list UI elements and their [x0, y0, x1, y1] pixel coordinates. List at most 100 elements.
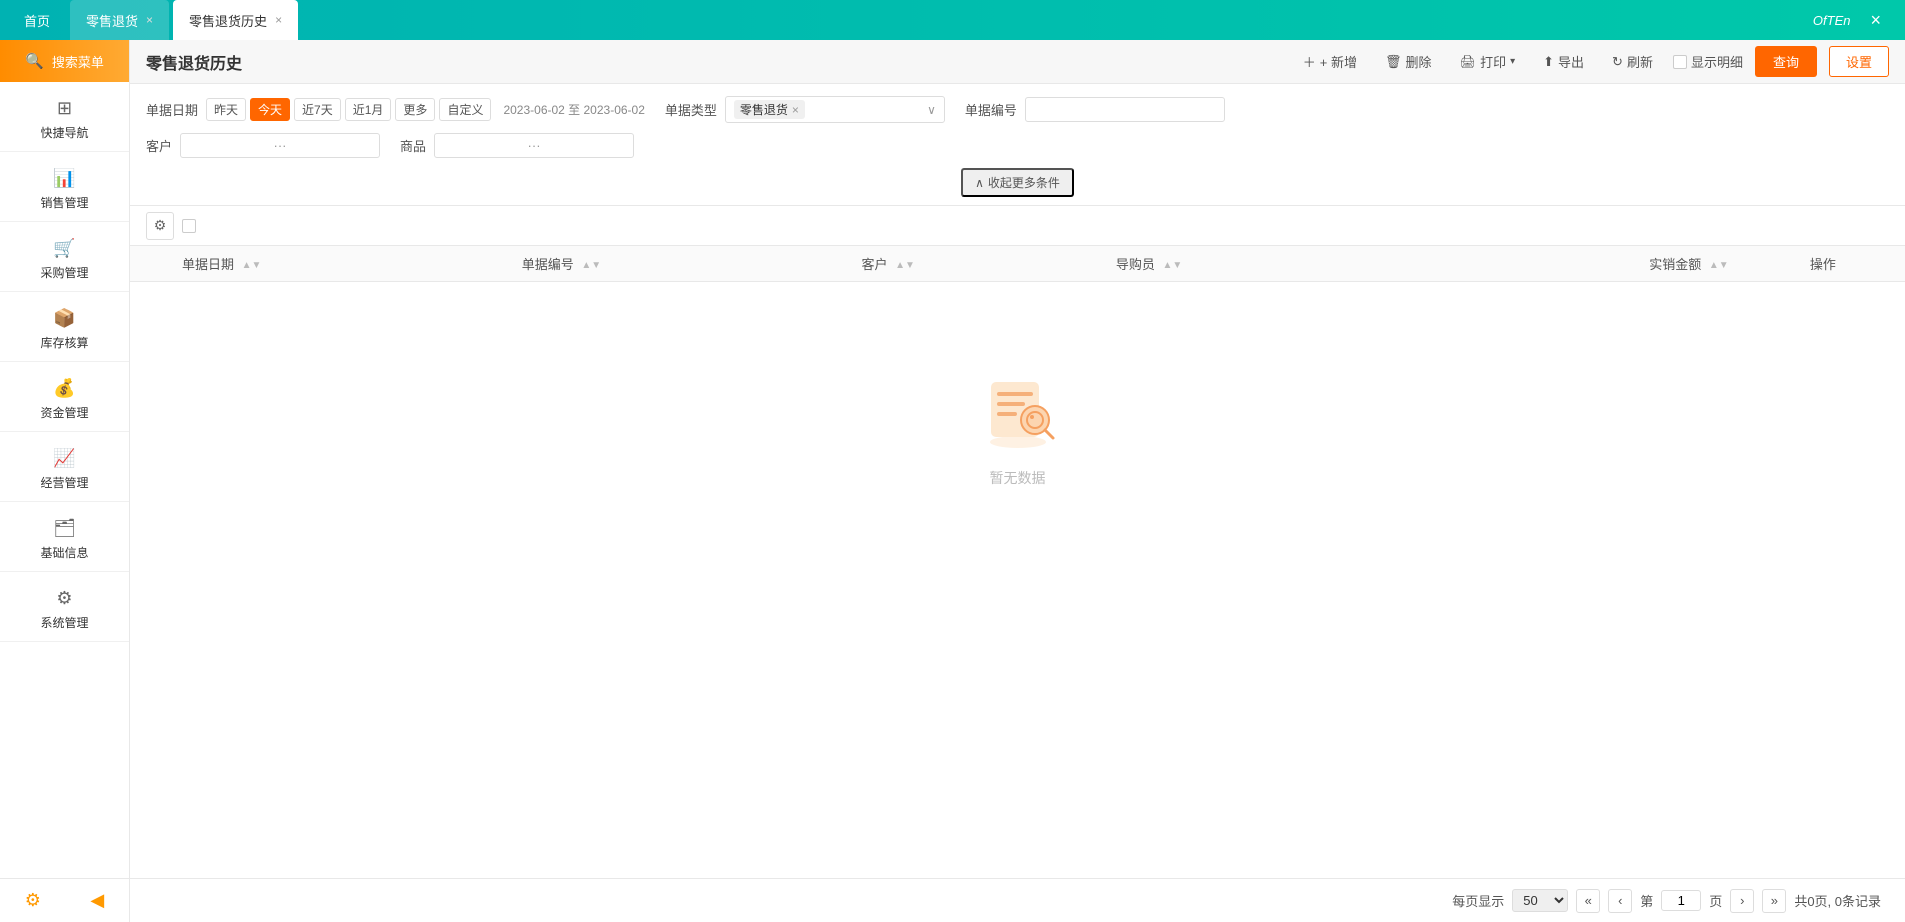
page-number-input[interactable] [1661, 890, 1701, 911]
collapse-icon: ∧ [975, 176, 984, 190]
filter-customer-label: 客户 [146, 136, 172, 155]
page-suffix-label: 页 [1709, 891, 1722, 910]
sidebar-search-label: 搜索菜单 [52, 52, 104, 71]
delete-button[interactable]: 🗑 删除 [1377, 48, 1440, 75]
table-select-all-checkbox[interactable] [182, 219, 196, 233]
print-button[interactable]: 🖨 打印 ▾ [1452, 48, 1524, 75]
sidebar-item-system-mgmt[interactable]: ⚙ 系统管理 [0, 572, 129, 642]
filter-docno-item: 单据编号 [965, 97, 1225, 122]
tab-list: 首页 零售退货 × 零售退货历史 × [8, 0, 1813, 40]
delete-icon: 🗑 [1385, 54, 1402, 70]
quick-nav-icon: ⊞ [53, 96, 77, 120]
date-btn-today[interactable]: 今天 [250, 98, 290, 121]
filter-doctype-select[interactable]: 零售退货 × ∨ [725, 96, 945, 123]
th-ops-label: 操作 [1810, 257, 1836, 272]
next-page-button[interactable]: › [1730, 889, 1754, 913]
filter-goods-label: 商品 [400, 136, 426, 155]
sidebar-item-purchase-mgmt[interactable]: 🛒 采购管理 [0, 222, 129, 292]
page-prefix-label: 第 [1640, 891, 1653, 910]
th-checkbox [130, 246, 170, 282]
sidebar-item-business-mgmt[interactable]: 📈 经营管理 [0, 432, 129, 502]
export-button[interactable]: ⬆ 导出 [1535, 48, 1592, 75]
add-button[interactable]: ＋ + 新增 [1295, 48, 1365, 75]
sidebar-item-capital-mgmt[interactable]: 💰 资金管理 [0, 362, 129, 432]
sidebar-settings-button[interactable]: ⚙ [25, 890, 41, 911]
tab-retail-return-label: 零售退货 [86, 11, 138, 30]
filter-goods-input[interactable]: ··· [434, 133, 634, 158]
date-btn-custom[interactable]: 自定义 [439, 98, 491, 121]
sidebar-item-quick-nav-label: 快捷导航 [40, 124, 88, 141]
filter-customer-input[interactable]: ··· [180, 133, 380, 158]
date-btn-yesterday[interactable]: 昨天 [206, 98, 246, 121]
window-close-button[interactable]: × [1862, 6, 1889, 35]
last-page-button[interactable]: » [1762, 889, 1786, 913]
sidebar-collapse-button[interactable]: ◀ [90, 890, 104, 911]
sidebar-search[interactable]: 🔍 搜索菜单 [0, 40, 129, 82]
sidebar-item-system-mgmt-label: 系统管理 [40, 614, 88, 631]
refresh-button[interactable]: ↻ 刷新 [1604, 48, 1661, 75]
system-mgmt-icon: ⚙ [53, 586, 77, 610]
setting-button[interactable]: 设置 [1829, 46, 1889, 77]
tab-retail-return[interactable]: 零售退货 × [70, 0, 169, 40]
show-detail-checkbox[interactable] [1673, 55, 1687, 69]
basic-info-icon: 🗂 [53, 516, 77, 540]
th-no-sort-icon: ▲▼ [581, 260, 601, 271]
business-mgmt-icon: 📈 [53, 446, 77, 470]
first-page-button[interactable]: « [1576, 889, 1600, 913]
th-no[interactable]: 单据编号 ▲▼ [510, 246, 850, 282]
top-bar-right: OfTEn × [1813, 6, 1905, 35]
prev-page-button[interactable]: ‹ [1608, 889, 1632, 913]
tab-retail-return-history-close[interactable]: × [275, 13, 282, 27]
capital-mgmt-icon: 💰 [53, 376, 77, 400]
print-chevron-icon: ▾ [1510, 56, 1515, 67]
sidebar: 🔍 搜索菜单 ⊞ 快捷导航 📊 销售管理 🛒 采购管理 📦 库存核算 💰 [0, 40, 130, 922]
tab-home-label: 首页 [24, 11, 50, 30]
th-date-sort-icon: ▲▼ [242, 260, 262, 271]
date-btn-7days[interactable]: 近7天 [294, 98, 341, 121]
date-btn-more[interactable]: 更多 [395, 98, 435, 121]
search-icon: 🔍 [25, 52, 44, 70]
tab-retail-return-history[interactable]: 零售退货历史 × [173, 0, 298, 40]
tab-retail-return-history-label: 零售退货历史 [189, 11, 267, 30]
per-page-label: 每页显示 [1452, 891, 1504, 910]
inventory-icon: 📦 [53, 306, 77, 330]
purchase-mgmt-icon: 🛒 [53, 236, 77, 260]
doctype-chevron-icon: ∨ [927, 103, 936, 117]
filter-docno-input[interactable] [1025, 97, 1225, 122]
collapse-filter-button[interactable]: ∧ 收起更多条件 [961, 168, 1074, 197]
date-range-text: 2023-06-02 至 2023-06-02 [503, 101, 644, 118]
filter-row-1: 单据日期 昨天 今天 近7天 近1月 更多 自定义 2023-06-02 至 2… [146, 96, 1889, 123]
table-toolbar: ⚙ [130, 206, 1905, 246]
sidebar-item-inventory[interactable]: 📦 库存核算 [0, 292, 129, 362]
sidebar-bottom: ⚙ ◀ [0, 878, 129, 922]
print-icon: 🖨 [1460, 54, 1477, 70]
per-page-select[interactable]: 10 20 50 100 [1512, 889, 1568, 912]
table-header-row: 单据日期 ▲▼ 单据编号 ▲▼ 客户 ▲▼ [130, 246, 1905, 282]
tab-retail-return-close[interactable]: × [146, 13, 153, 27]
sidebar-item-quick-nav[interactable]: ⊞ 快捷导航 [0, 82, 129, 152]
th-date-label: 单据日期 [182, 257, 234, 272]
sidebar-menu: ⊞ 快捷导航 📊 销售管理 🛒 采购管理 📦 库存核算 💰 资金管理 📈 [0, 82, 129, 878]
query-button[interactable]: 查询 [1755, 46, 1817, 77]
sidebar-item-sales-mgmt-label: 销售管理 [40, 194, 88, 211]
layout: 🔍 搜索菜单 ⊞ 快捷导航 📊 销售管理 🛒 采购管理 📦 库存核算 💰 [0, 40, 1905, 922]
page-title: 零售退货历史 [146, 50, 242, 74]
th-customer[interactable]: 客户 ▲▼ [850, 246, 1104, 282]
table-settings-icon[interactable]: ⚙ [146, 212, 174, 240]
doctype-tag-remove[interactable]: × [792, 103, 799, 117]
show-detail-label: 显示明细 [1691, 52, 1743, 71]
sidebar-item-sales-mgmt[interactable]: 📊 销售管理 [0, 152, 129, 222]
page-header: 零售退货历史 ＋ + 新增 🗑 删除 🖨 打印 ▾ ⬆ 导出 [130, 40, 1905, 84]
th-date[interactable]: 单据日期 ▲▼ [170, 246, 510, 282]
sidebar-item-basic-info[interactable]: 🗂 基础信息 [0, 502, 129, 572]
total-info: 共0页, 0条记录 [1794, 891, 1881, 910]
th-guide[interactable]: 导购员 ▲▼ [1104, 246, 1401, 282]
date-btn-1month[interactable]: 近1月 [345, 98, 392, 121]
th-guide-label: 导购员 [1116, 257, 1155, 272]
table-area: ⚙ 单据日期 ▲▼ 单据编号 ▲▼ [130, 206, 1905, 922]
tab-home[interactable]: 首页 [8, 0, 66, 40]
th-amount[interactable]: 实销金额 ▲▼ [1401, 246, 1741, 282]
sidebar-item-capital-mgmt-label: 资金管理 [40, 404, 88, 421]
date-range-buttons: 昨天 今天 近7天 近1月 更多 自定义 [206, 98, 491, 121]
sales-mgmt-icon: 📊 [53, 166, 77, 190]
